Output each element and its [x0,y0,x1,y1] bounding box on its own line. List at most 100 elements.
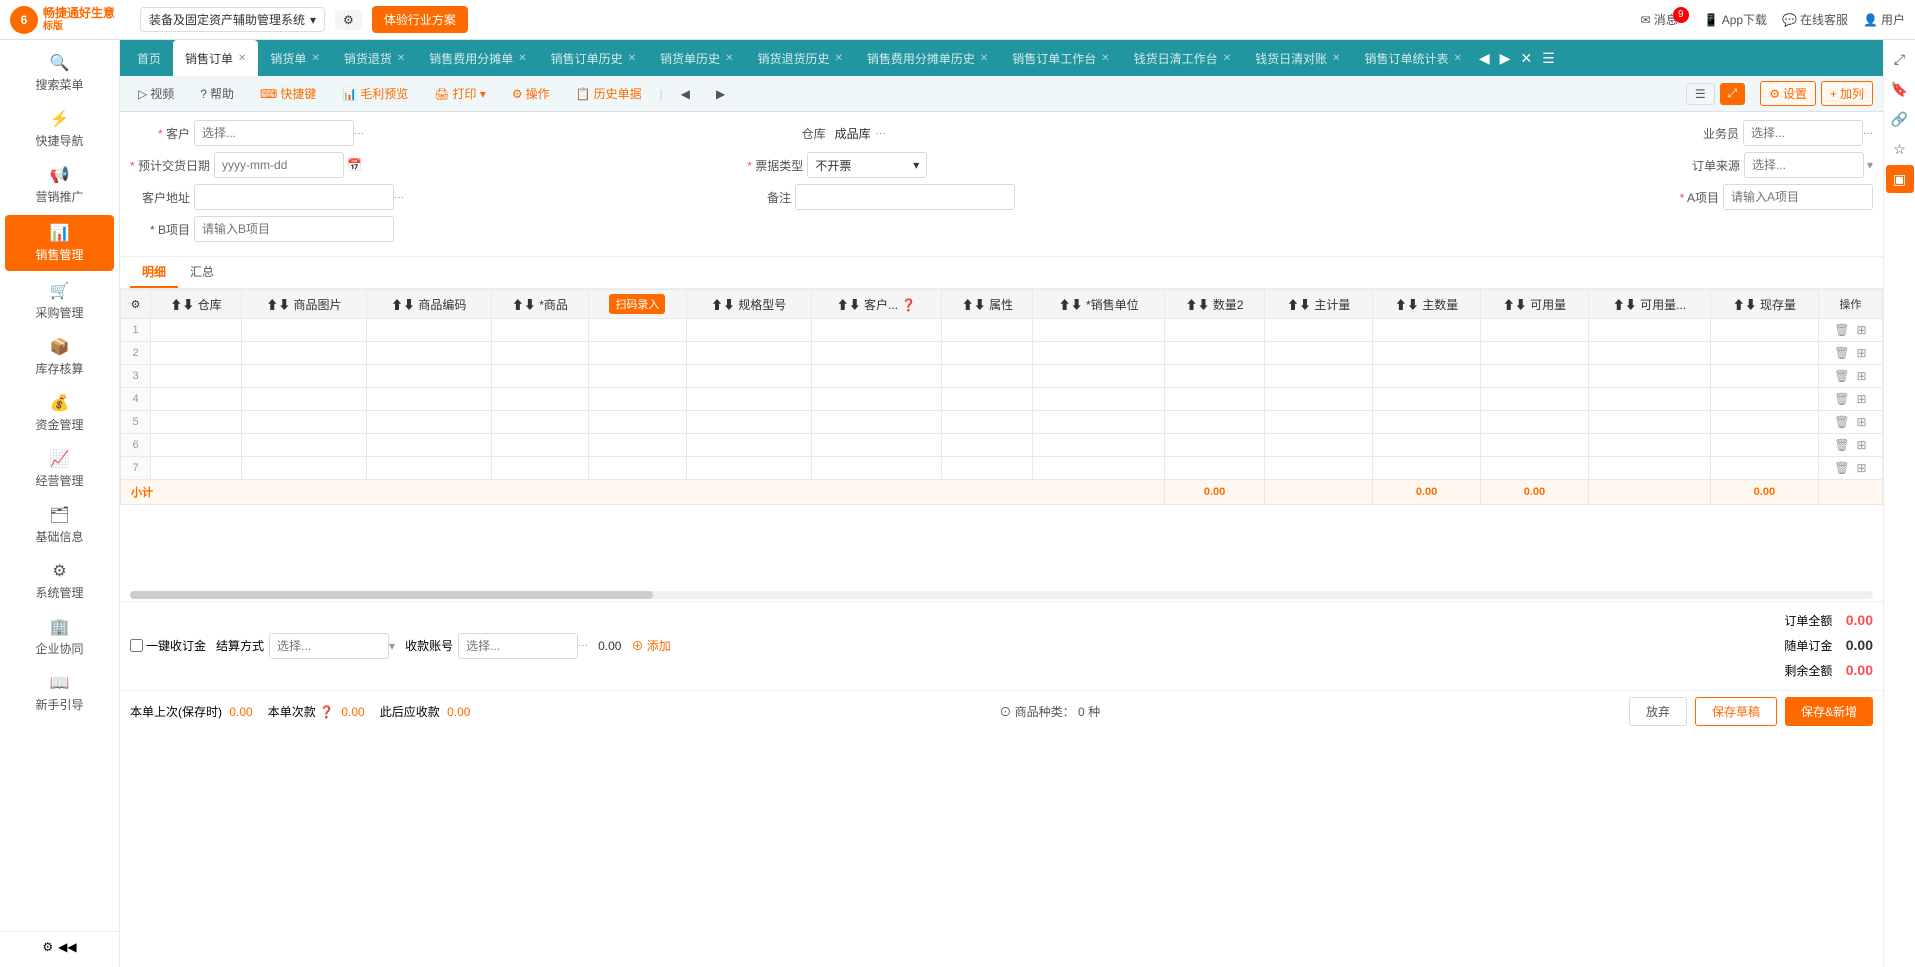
row-code-2[interactable] [366,342,491,365]
add-col-btn[interactable]: + 加列 [1821,81,1873,106]
tab-next[interactable]: ▶ [1495,50,1516,67]
save-new-btn[interactable]: 保存&新增 [1785,697,1873,726]
delete-icon-1[interactable]: 🗑 [1834,323,1849,337]
sidebar-item-purchase[interactable]: 🛒 采购管理 [0,273,119,329]
row-main-unit-1[interactable] [1265,319,1373,342]
row-spec-3[interactable] [686,365,811,388]
row-image-3[interactable] [241,365,366,388]
tab-cash-reconcile[interactable]: 钱货日清对账 ✕ [1243,40,1352,76]
print-btn[interactable]: 🖨 打印 ▾ [426,82,494,105]
row-attr-2[interactable] [942,342,1033,365]
row-avail-2[interactable] [1481,342,1589,365]
tab-detail[interactable]: 明细 [130,257,178,288]
col-attr[interactable]: ⬆⬇ 属性 [942,290,1033,319]
customer-more[interactable]: ··· [354,128,364,139]
tab-close-all[interactable]: ✕ [1515,50,1537,67]
b-project-input[interactable] [194,216,394,242]
row-main-unit-2[interactable] [1265,342,1373,365]
row-image-2[interactable] [241,342,366,365]
right-qr-icon[interactable]: ▣ [1886,165,1914,193]
staff-more[interactable]: ··· [1863,128,1873,139]
tab-close-expense-history[interactable]: ✕ [980,53,988,64]
sidebar-collapse-icon[interactable]: ◀◀ [58,940,76,954]
row-qty2-3[interactable] [1164,365,1264,388]
tab-sales-return[interactable]: 销货退货 ✕ [332,40,417,76]
row-customer-2[interactable] [811,342,942,365]
col-warehouse[interactable]: ⬆⬇ 仓库 [151,290,242,319]
save-draft-btn[interactable]: 保存草稿 [1695,697,1777,726]
row-goods-2[interactable] [491,342,589,365]
tab-close-sales-stats[interactable]: ✕ [1454,53,1462,64]
tab-close-sales-order[interactable]: ✕ [238,53,246,64]
right-bookmark-icon[interactable]: 🔖 [1886,75,1914,103]
tab-close-order-history[interactable]: ✕ [628,53,636,64]
tab-return-history[interactable]: 销货退货历史 ✕ [745,40,854,76]
sidebar-item-finance[interactable]: 💰 资金管理 [0,385,119,441]
goods-count-circle[interactable]: ⊙ [999,705,1011,719]
row-unit-1[interactable] [1033,319,1164,342]
view-btn[interactable]: ▷ 视频 [130,82,182,105]
action-expand-btn[interactable]: ⤢ [1720,83,1746,105]
delete-icon-7[interactable]: 🗑 [1834,461,1849,475]
row-avail2-1[interactable] [1588,319,1710,342]
scan-btn[interactable]: 扫码录入 [609,294,665,314]
settings-icon-btn[interactable]: ⚙ 设置 [1760,81,1816,106]
account-more[interactable]: ··· [578,640,588,651]
col-customer-code[interactable]: ⬆⬇ 客户... ❓ [811,290,942,319]
sidebar-item-guide[interactable]: 📖 新手引导 [0,665,119,721]
col-goods[interactable]: ⬆⬇ *商品 [491,290,589,319]
col-qty2[interactable]: ⬆⬇ 数量2 [1164,290,1264,319]
row-avail2-2[interactable] [1588,342,1710,365]
address-more[interactable]: ··· [394,192,404,203]
invoice-select[interactable]: 不开票 ▾ [807,152,927,178]
row-customer-1[interactable] [811,319,942,342]
copy-icon-5[interactable]: ⊞ [1857,415,1867,429]
message-btn[interactable]: ✉ 消息 9 [1641,11,1689,28]
note-input[interactable] [795,184,1015,210]
col-spec[interactable]: ⬆⬇ 规格型号 [686,290,811,319]
add-payment-btn[interactable]: ⊕ 添加 [631,637,670,654]
row-avail2-3[interactable] [1588,365,1710,388]
tab-close-order-workbench[interactable]: ✕ [1101,53,1109,64]
tab-close-cash-reconcile[interactable]: ✕ [1332,53,1340,64]
help-btn[interactable]: ? 帮助 [192,82,242,105]
settings-btn-top[interactable]: ⚙ [335,10,362,30]
action-prev[interactable]: ◀ [673,84,698,104]
col-image[interactable]: ⬆⬇ 商品图片 [241,290,366,319]
right-star-icon[interactable]: ☆ [1886,135,1914,163]
tab-close-sales-return[interactable]: ✕ [397,53,405,64]
row-image-1[interactable] [241,319,366,342]
col-scan[interactable]: 扫码录入 [589,290,687,319]
tab-sales-stats[interactable]: 销售订单统计表 ✕ [1352,40,1473,76]
row-warehouse-3[interactable] [151,365,242,388]
sidebar-item-operation[interactable]: 📈 经营管理 [0,441,119,497]
row-main-unit-3[interactable] [1265,365,1373,388]
row-warehouse-2[interactable] [151,342,242,365]
sidebar-item-inventory[interactable]: 📦 库存核算 [0,329,119,385]
row-attr-1[interactable] [942,319,1033,342]
tab-close-return-history[interactable]: ✕ [834,53,842,64]
col-code[interactable]: ⬆⬇ 商品编码 [366,290,491,319]
row-main-qty-3[interactable] [1373,365,1481,388]
address-input[interactable] [194,184,394,210]
warehouse-more[interactable]: ··· [876,128,886,139]
row-avail-1[interactable] [1481,319,1589,342]
tab-sales-expense[interactable]: 销售费用分摊单 ✕ [417,40,538,76]
staff-input[interactable] [1743,120,1863,146]
tab-sales-order[interactable]: 销售订单 ✕ [173,40,258,76]
user-avatar[interactable]: 👤 用户 [1863,11,1905,28]
tab-order-workbench[interactable]: 销售订单工作台 ✕ [1000,40,1121,76]
row-avail-3[interactable] [1481,365,1589,388]
row-qty2-1[interactable] [1164,319,1264,342]
tab-order-history[interactable]: 销售订单历史 ✕ [539,40,648,76]
col-avail[interactable]: ⬆⬇ 可用量 [1481,290,1589,319]
action-next[interactable]: ▶ [708,84,733,104]
delete-icon-3[interactable]: 🗑 [1834,369,1849,383]
row-stock-3[interactable] [1710,365,1818,388]
row-warehouse-1[interactable] [151,319,242,342]
copy-icon-3[interactable]: ⊞ [1857,369,1867,383]
operation-btn[interactable]: ⚙ 操作 [504,82,558,105]
row-spec-2[interactable] [686,342,811,365]
row-qty2-2[interactable] [1164,342,1264,365]
right-expand-icon[interactable]: ⤢ [1886,45,1914,73]
